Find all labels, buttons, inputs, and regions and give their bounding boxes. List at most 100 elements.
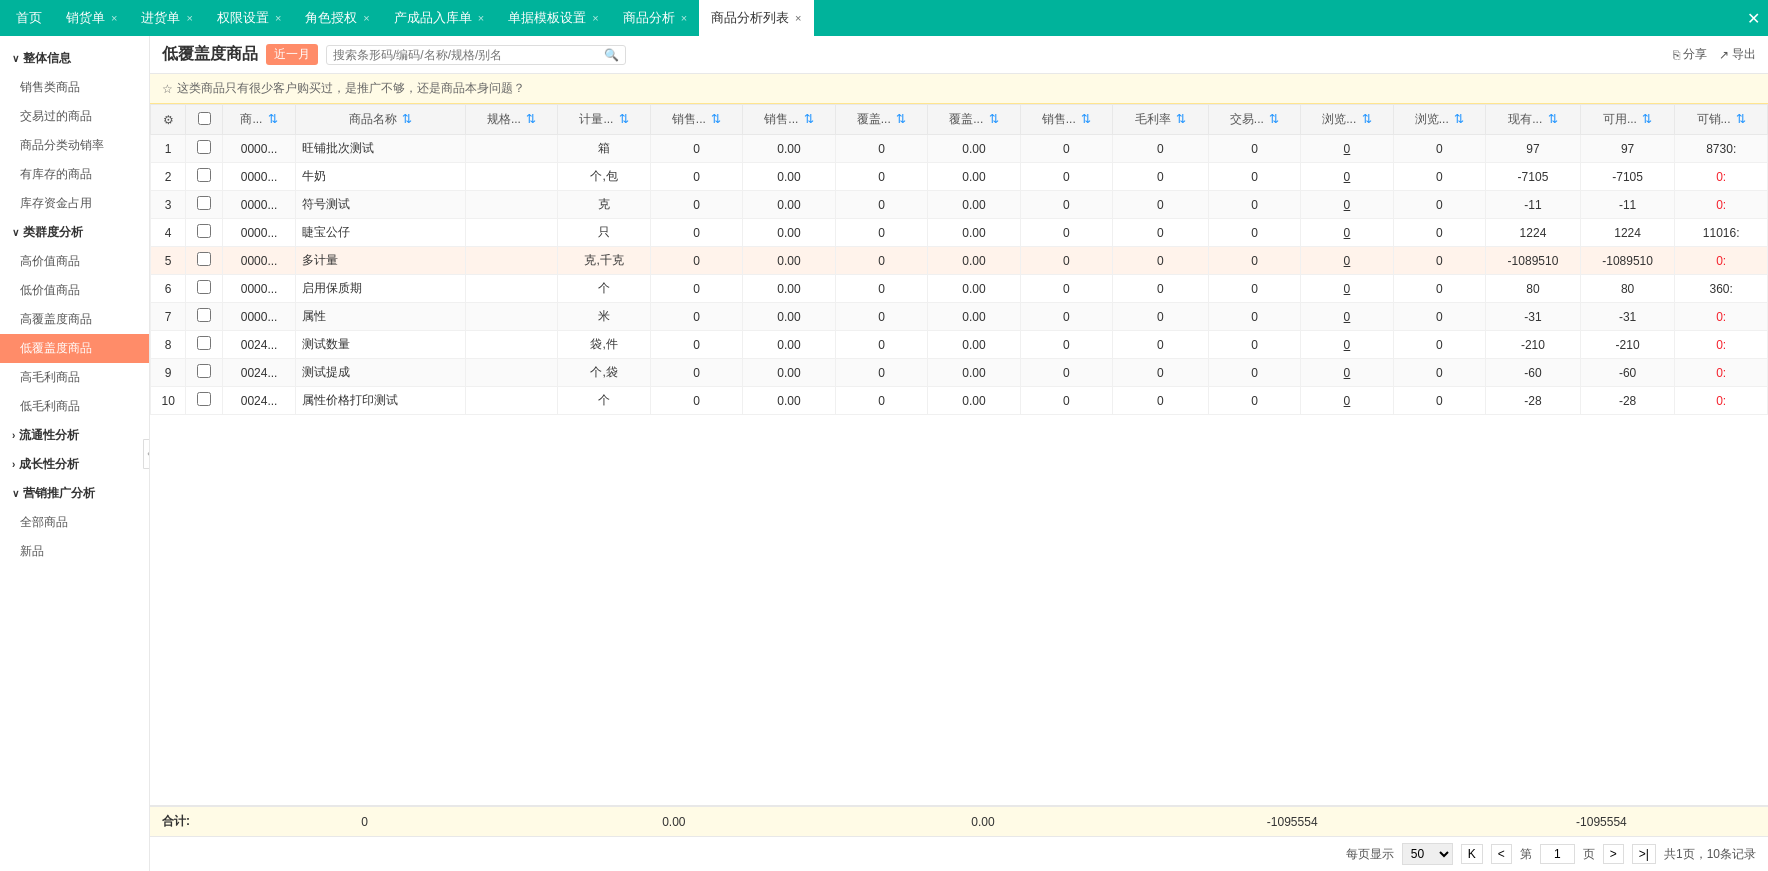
browse-link[interactable]: 0 <box>1344 142 1351 156</box>
nav-item-3[interactable]: 权限设置× <box>205 0 293 36</box>
nav-close-icon-6[interactable]: × <box>592 12 598 24</box>
browse-link[interactable]: 0 <box>1344 198 1351 212</box>
sort-icon-browse2[interactable]: ⇅ <box>1451 112 1464 126</box>
row-checkbox[interactable] <box>197 224 211 238</box>
row-checkbox[interactable] <box>197 168 211 182</box>
sidebar-item-1-2[interactable]: 高覆盖度商品 <box>0 305 149 334</box>
sort-icon-code[interactable]: ⇅ <box>264 112 277 126</box>
sort-icon-sellable[interactable]: ⇅ <box>1733 112 1746 126</box>
nav-item-1[interactable]: 销货单× <box>54 0 129 36</box>
page-input[interactable] <box>1540 844 1575 864</box>
sort-icon-available[interactable]: ⇅ <box>1639 112 1652 126</box>
nav-item-5[interactable]: 产成品入库单× <box>382 0 496 36</box>
col-header-sales_amt[interactable]: 销售... ⇅ <box>743 105 835 135</box>
sort-icon-trade[interactable]: ⇅ <box>1266 112 1279 126</box>
sidebar-item-1-5[interactable]: 低毛利商品 <box>0 392 149 421</box>
next-page-button[interactable]: > <box>1603 844 1624 864</box>
col-header-current_stock[interactable]: 现有... ⇅ <box>1486 105 1581 135</box>
sidebar-item-0-4[interactable]: 库存资金占用 <box>0 189 149 218</box>
row-checkbox[interactable] <box>197 140 211 154</box>
settings-icon[interactable]: ⚙ <box>163 113 174 127</box>
browse-link[interactable]: 0 <box>1344 366 1351 380</box>
sort-icon-name[interactable]: ⇅ <box>399 112 412 126</box>
browse-link[interactable]: 0 <box>1344 254 1351 268</box>
prev-page-button[interactable]: < <box>1491 844 1512 864</box>
nav-close-icon-8[interactable]: × <box>795 12 801 24</box>
export-button[interactable]: ↗ 导出 <box>1719 46 1756 63</box>
col-header-spec[interactable]: 规格... ⇅ <box>465 105 557 135</box>
nav-item-4[interactable]: 角色授权× <box>293 0 381 36</box>
nav-close-icon-5[interactable]: × <box>478 12 484 24</box>
browse-link[interactable]: 0 <box>1344 282 1351 296</box>
sidebar-item-1-0[interactable]: 高价值商品 <box>0 247 149 276</box>
cell-checkbox[interactable] <box>186 247 222 275</box>
cell-checkbox[interactable] <box>186 163 222 191</box>
browse-link[interactable]: 0 <box>1344 170 1351 184</box>
col-header-profit_rate[interactable]: 毛利率 ⇅ <box>1113 105 1209 135</box>
row-checkbox[interactable] <box>197 392 211 406</box>
nav-close-icon-4[interactable]: × <box>363 12 369 24</box>
cell-checkbox[interactable] <box>186 275 222 303</box>
sort-icon-browse1[interactable]: ⇅ <box>1358 112 1371 126</box>
browse-link[interactable]: 0 <box>1344 226 1351 240</box>
page-size-select[interactable]: 50 100 200 <box>1402 843 1453 865</box>
col-header-cover1[interactable]: 覆盖... ⇅ <box>835 105 927 135</box>
sort-icon-profit_rate[interactable]: ⇅ <box>1173 112 1186 126</box>
sidebar-group-1[interactable]: ∨类群度分析 <box>0 218 149 247</box>
sort-icon-cover1[interactable]: ⇅ <box>893 112 906 126</box>
row-checkbox[interactable] <box>197 308 211 322</box>
nav-close-icon-2[interactable]: × <box>186 12 192 24</box>
col-header-available[interactable]: 可用... ⇅ <box>1580 105 1675 135</box>
sort-icon-cover2[interactable]: ⇅ <box>985 112 998 126</box>
sort-icon-sales3[interactable]: ⇅ <box>1078 112 1091 126</box>
cell-browse1_link[interactable]: 0 <box>1301 303 1393 331</box>
sidebar-collapse-button[interactable]: « <box>143 439 150 469</box>
nav-close-icon-1[interactable]: × <box>111 12 117 24</box>
nav-item-7[interactable]: 商品分析× <box>611 0 699 36</box>
nav-item-6[interactable]: 单据模板设置× <box>496 0 610 36</box>
row-checkbox[interactable] <box>197 196 211 210</box>
select-all-checkbox[interactable] <box>198 112 211 125</box>
browse-link[interactable]: 0 <box>1344 394 1351 408</box>
cell-checkbox[interactable] <box>186 219 222 247</box>
col-header-cover2[interactable]: 覆盖... ⇅ <box>928 105 1020 135</box>
row-checkbox[interactable] <box>197 364 211 378</box>
sidebar-item-0-1[interactable]: 交易过的商品 <box>0 102 149 131</box>
cell-checkbox[interactable] <box>186 191 222 219</box>
time-filter-button[interactable]: 近一月 <box>266 44 318 65</box>
sort-icon-current_stock[interactable]: ⇅ <box>1544 112 1557 126</box>
sidebar-group-3[interactable]: ›成长性分析 <box>0 450 149 479</box>
col-header-browse1[interactable]: 浏览... ⇅ <box>1301 105 1393 135</box>
first-page-button[interactable]: K <box>1461 844 1483 864</box>
cell-browse1_link[interactable]: 0 <box>1301 331 1393 359</box>
sort-icon-sales_qty[interactable]: ⇅ <box>708 112 721 126</box>
sort-icon-spec[interactable]: ⇅ <box>523 112 536 126</box>
row-checkbox[interactable] <box>197 280 211 294</box>
nav-close-icon-3[interactable]: × <box>275 12 281 24</box>
nav-item-8[interactable]: 商品分析列表× <box>699 0 813 36</box>
sidebar-item-4-0[interactable]: 全部商品 <box>0 508 149 537</box>
cell-browse1_link[interactable]: 0 <box>1301 247 1393 275</box>
sort-icon-unit[interactable]: ⇅ <box>615 112 628 126</box>
cell-browse1_link[interactable]: 0 <box>1301 191 1393 219</box>
cell-checkbox[interactable] <box>186 359 222 387</box>
col-header-name[interactable]: 商品名称 ⇅ <box>296 105 466 135</box>
sidebar-item-1-4[interactable]: 高毛利商品 <box>0 363 149 392</box>
browse-link[interactable]: 0 <box>1344 338 1351 352</box>
nav-close-icon-7[interactable]: × <box>681 12 687 24</box>
search-input[interactable] <box>333 48 600 62</box>
window-close-icon[interactable]: ✕ <box>1747 9 1760 28</box>
sidebar-item-1-3[interactable]: 低覆盖度商品 <box>0 334 149 363</box>
col-header-browse2[interactable]: 浏览... ⇅ <box>1393 105 1485 135</box>
cell-checkbox[interactable] <box>186 135 222 163</box>
col-header-sales3[interactable]: 销售... ⇅ <box>1020 105 1112 135</box>
sidebar-item-1-1[interactable]: 低价值商品 <box>0 276 149 305</box>
share-button[interactable]: ⎘ 分享 <box>1673 46 1707 63</box>
cell-browse1_link[interactable]: 0 <box>1301 359 1393 387</box>
browse-link[interactable]: 0 <box>1344 310 1351 324</box>
col-header-trade[interactable]: 交易... ⇅ <box>1208 105 1300 135</box>
row-checkbox[interactable] <box>197 252 211 266</box>
search-icon[interactable]: 🔍 <box>604 48 619 62</box>
cell-checkbox[interactable] <box>186 387 222 415</box>
sidebar-item-4-1[interactable]: 新品 <box>0 537 149 566</box>
